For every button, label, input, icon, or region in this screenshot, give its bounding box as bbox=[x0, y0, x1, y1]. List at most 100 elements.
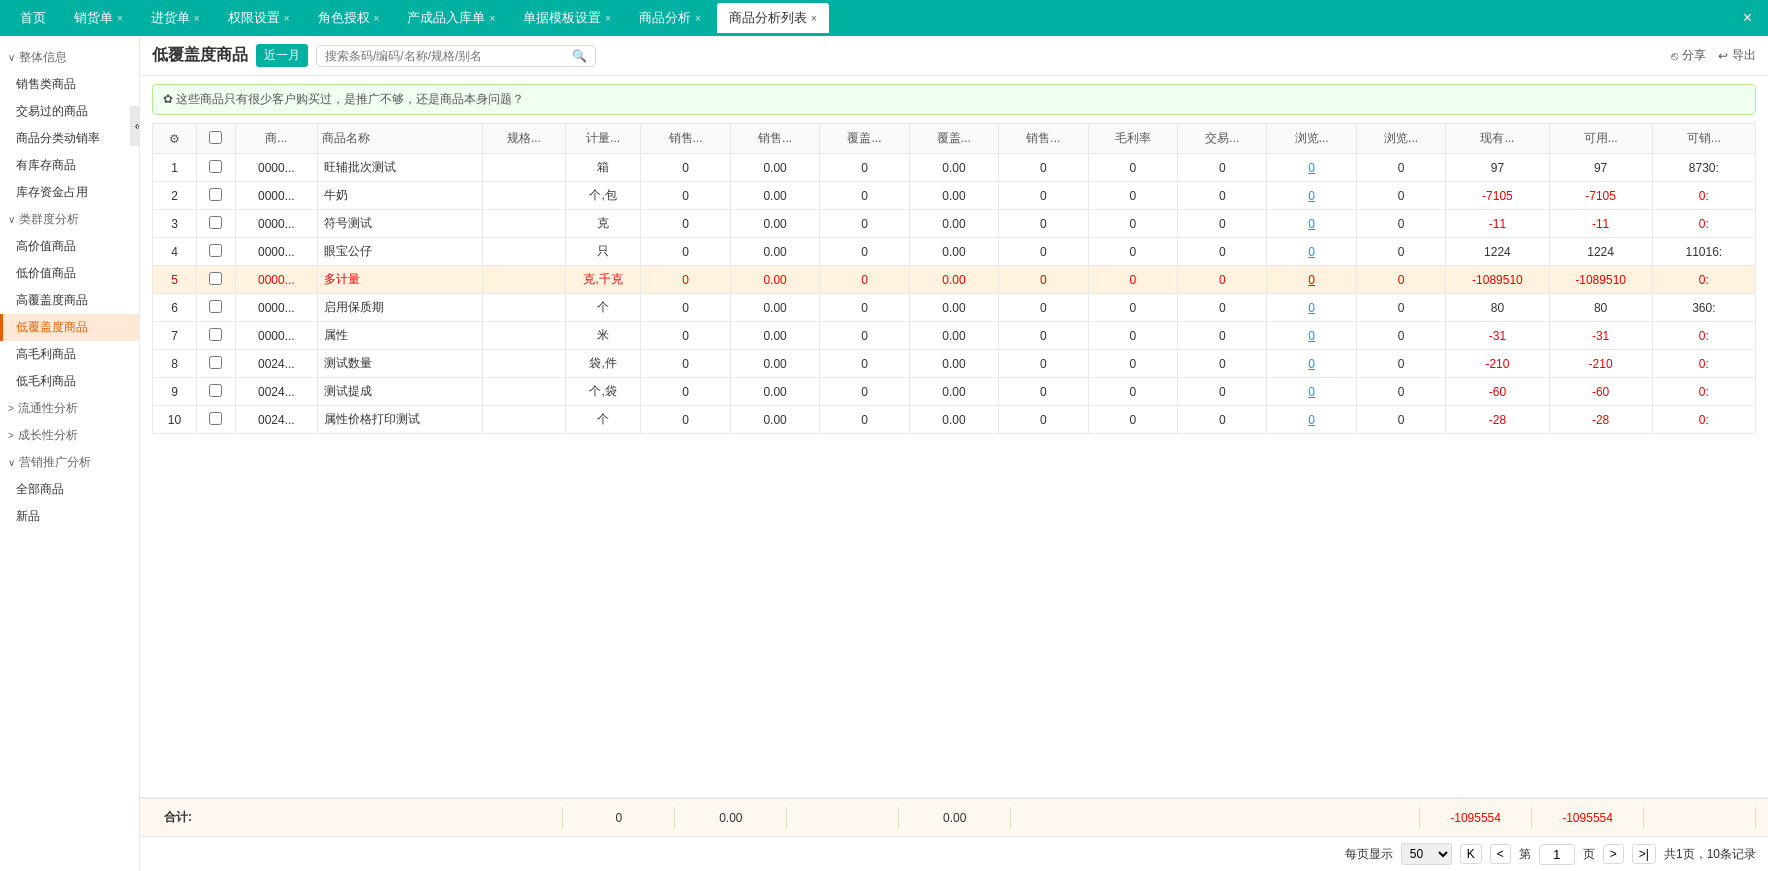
cell-coverage1: 0 bbox=[820, 322, 909, 350]
row-checkbox[interactable] bbox=[209, 272, 222, 285]
row-checkbox[interactable] bbox=[209, 216, 222, 229]
cell-check[interactable] bbox=[197, 238, 236, 266]
nav-close-analysis-list[interactable]: × bbox=[811, 13, 817, 24]
nav-purchase-order[interactable]: 进货单 × bbox=[139, 3, 212, 33]
cell-coverage2: 0.00 bbox=[909, 378, 998, 406]
sidebar-item-sales-products[interactable]: 销售类商品 bbox=[0, 71, 139, 98]
first-page-button[interactable]: K bbox=[1460, 844, 1482, 864]
sidebar-group-cluster[interactable]: ∨ 类群度分析 bbox=[0, 206, 139, 233]
cell-browse1[interactable]: 0 bbox=[1267, 154, 1356, 182]
col-browse1-header: 浏览... bbox=[1267, 124, 1356, 154]
page-input[interactable] bbox=[1539, 844, 1575, 865]
nav-permissions[interactable]: 权限设置 × bbox=[216, 3, 302, 33]
col-checkbox-header[interactable] bbox=[197, 124, 236, 154]
row-checkbox[interactable] bbox=[209, 412, 222, 425]
cell-browse1[interactable]: 0 bbox=[1267, 266, 1356, 294]
sidebar-group-overview[interactable]: ∨ 整体信息 bbox=[0, 44, 139, 71]
per-page-select[interactable]: 50 10 20 100 bbox=[1401, 843, 1452, 865]
cell-coverage1: 0 bbox=[820, 378, 909, 406]
row-checkbox[interactable] bbox=[209, 384, 222, 397]
nav-sales-order[interactable]: 销货单 × bbox=[62, 3, 135, 33]
cell-sales3: 0 bbox=[999, 350, 1088, 378]
cell-browse1[interactable]: 0 bbox=[1267, 210, 1356, 238]
cell-transaction: 0 bbox=[1178, 294, 1267, 322]
table-row: 9 0024... 测试提成 个,袋 0 0.00 0 0.00 0 0 0 0… bbox=[153, 378, 1756, 406]
nav-close-template[interactable]: × bbox=[605, 13, 611, 24]
nav-close-role[interactable]: × bbox=[374, 13, 380, 24]
sidebar-group-growth[interactable]: > 成长性分析 bbox=[0, 422, 139, 449]
prev-page-button[interactable]: < bbox=[1490, 844, 1511, 864]
cell-check[interactable] bbox=[197, 294, 236, 322]
nav-close-permissions[interactable]: × bbox=[284, 13, 290, 24]
sidebar-collapse-button[interactable]: « bbox=[130, 106, 140, 146]
cell-check[interactable] bbox=[197, 210, 236, 238]
sidebar-item-new-products[interactable]: 新品 bbox=[0, 503, 139, 530]
cell-coverage1: 0 bbox=[820, 238, 909, 266]
sidebar-item-all-products[interactable]: 全部商品 bbox=[0, 476, 139, 503]
nav-home[interactable]: 首页 bbox=[8, 3, 58, 33]
nav-production-entry[interactable]: 产成品入库单 × bbox=[395, 3, 507, 33]
export-button[interactable]: ↩ 导出 bbox=[1718, 47, 1756, 64]
row-checkbox[interactable] bbox=[209, 244, 222, 257]
cell-available-stock: -31 bbox=[1549, 322, 1652, 350]
col-settings[interactable]: ⚙ bbox=[153, 124, 197, 154]
cell-check[interactable] bbox=[197, 182, 236, 210]
cell-browse1[interactable]: 0 bbox=[1267, 350, 1356, 378]
nav-close-purchase[interactable]: × bbox=[194, 13, 200, 24]
cell-browse1[interactable]: 0 bbox=[1267, 294, 1356, 322]
cell-browse1[interactable]: 0 bbox=[1267, 238, 1356, 266]
cell-coverage2: 0.00 bbox=[909, 182, 998, 210]
cell-check[interactable] bbox=[197, 406, 236, 434]
nav-product-analysis[interactable]: 商品分析 × bbox=[627, 3, 713, 33]
sidebar-item-traded-products[interactable]: 交易过的商品 bbox=[0, 98, 139, 125]
sidebar-item-high-value[interactable]: 高价值商品 bbox=[0, 233, 139, 260]
cell-browse1[interactable]: 0 bbox=[1267, 322, 1356, 350]
select-all-checkbox[interactable] bbox=[209, 131, 222, 144]
last-page-button[interactable]: >| bbox=[1632, 844, 1656, 864]
window-close-button[interactable]: × bbox=[1735, 5, 1760, 31]
cell-code: 0000... bbox=[235, 238, 318, 266]
row-checkbox[interactable] bbox=[209, 188, 222, 201]
nav-close-sales[interactable]: × bbox=[117, 13, 123, 24]
share-button[interactable]: ⎋ 分享 bbox=[1671, 47, 1706, 64]
cell-check[interactable] bbox=[197, 154, 236, 182]
cell-browse1[interactable]: 0 bbox=[1267, 378, 1356, 406]
search-icon[interactable]: 🔍 bbox=[572, 49, 587, 63]
sidebar-group-liquidity[interactable]: > 流通性分析 bbox=[0, 395, 139, 422]
sidebar-item-high-margin[interactable]: 高毛利商品 bbox=[0, 341, 139, 368]
search-input[interactable] bbox=[325, 49, 568, 63]
sidebar-item-in-stock[interactable]: 有库存商品 bbox=[0, 152, 139, 179]
nav-close-production[interactable]: × bbox=[489, 13, 495, 24]
row-checkbox[interactable] bbox=[209, 300, 222, 313]
cell-browse2: 0 bbox=[1356, 350, 1445, 378]
sidebar-item-category-turnover[interactable]: 商品分类动销率 bbox=[0, 125, 139, 152]
nav-template-settings[interactable]: 单据模板设置 × bbox=[511, 3, 623, 33]
row-checkbox[interactable] bbox=[209, 160, 222, 173]
cell-browse1[interactable]: 0 bbox=[1267, 406, 1356, 434]
next-page-button[interactable]: > bbox=[1603, 844, 1624, 864]
cell-check[interactable] bbox=[197, 378, 236, 406]
cell-unit: 克 bbox=[565, 210, 641, 238]
row-checkbox[interactable] bbox=[209, 356, 222, 369]
sidebar-item-low-coverage[interactable]: 低覆盖度商品 bbox=[0, 314, 139, 341]
nav-role-auth[interactable]: 角色授权 × bbox=[306, 3, 392, 33]
sidebar-item-low-value[interactable]: 低价值商品 bbox=[0, 260, 139, 287]
sidebar-item-low-margin[interactable]: 低毛利商品 bbox=[0, 368, 139, 395]
row-checkbox[interactable] bbox=[209, 328, 222, 341]
cell-browse1[interactable]: 0 bbox=[1267, 182, 1356, 210]
cell-sales3: 0 bbox=[999, 154, 1088, 182]
sidebar-item-stock-capital[interactable]: 库存资金占用 bbox=[0, 179, 139, 206]
cell-spec bbox=[483, 238, 566, 266]
nav-product-analysis-list[interactable]: 商品分析列表 × bbox=[717, 3, 829, 33]
cell-check[interactable] bbox=[197, 350, 236, 378]
cell-check[interactable] bbox=[197, 266, 236, 294]
time-filter-button[interactable]: 近一月 bbox=[256, 44, 308, 67]
sidebar-item-high-coverage[interactable]: 高覆盖度商品 bbox=[0, 287, 139, 314]
cell-check[interactable] bbox=[197, 322, 236, 350]
cell-margin: 0 bbox=[1088, 378, 1177, 406]
cell-coverage1: 0 bbox=[820, 406, 909, 434]
nav-close-analysis[interactable]: × bbox=[695, 13, 701, 24]
share-icon: ⎋ bbox=[1671, 49, 1678, 63]
cell-spec bbox=[483, 406, 566, 434]
sidebar-group-marketing[interactable]: ∨ 营销推广分析 bbox=[0, 449, 139, 476]
